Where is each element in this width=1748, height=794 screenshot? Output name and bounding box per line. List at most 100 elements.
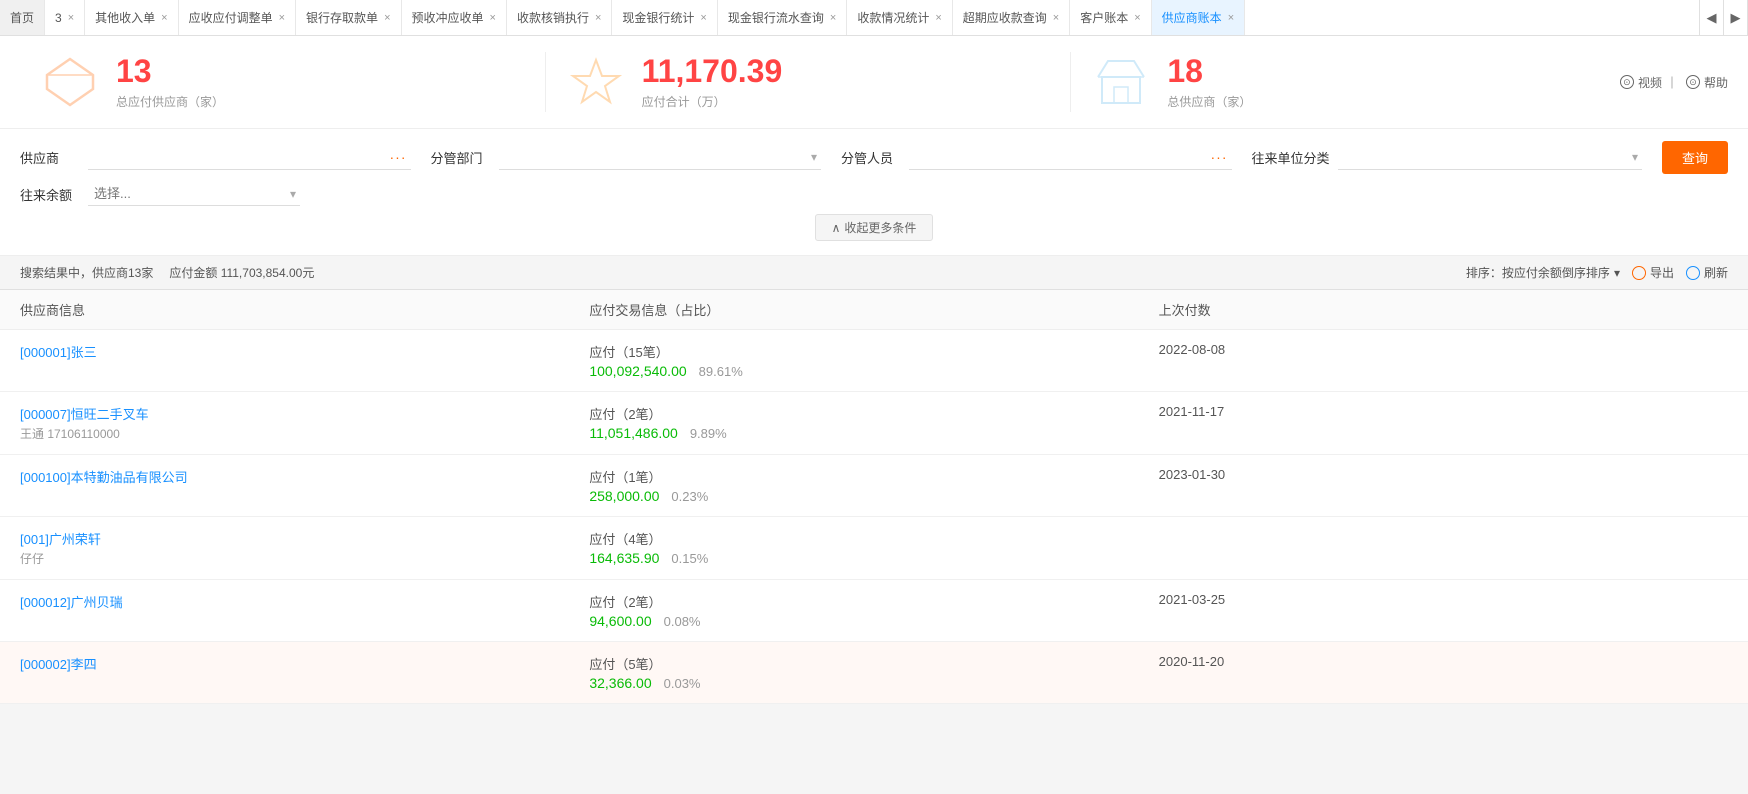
nav-tab-label: 客户账本 xyxy=(1080,9,1128,26)
supplier-cell-row5: [000012]广州贝瑞 xyxy=(20,592,589,611)
supplier-cell-row1: [000001]张三 xyxy=(20,342,589,361)
nav-tab-close-verify[interactable]: × xyxy=(595,12,601,24)
supplier-link-row6[interactable]: [000002]李四 xyxy=(20,657,97,672)
last-payment-row5: 2021-03-25 xyxy=(1159,592,1226,607)
transaction-pct-row1: 89.61% xyxy=(699,364,743,379)
balance-input[interactable] xyxy=(88,182,300,205)
supplier-link-row2[interactable]: [000007]恒旺二手叉车 xyxy=(20,407,149,422)
category-input[interactable] xyxy=(1338,146,1642,169)
table-header: 供应商信息 应付交易信息（占比） 上次付数 xyxy=(0,290,1748,330)
nav-tab-tab3[interactable]: 3× xyxy=(45,0,85,35)
supplier-cell-row3: [000100]本特勤油品有限公司 xyxy=(20,467,589,486)
transaction-cell-row5: 应付（2笔） 94,600.00 0.08% xyxy=(589,592,1158,629)
nav-tab-close-overdue[interactable]: × xyxy=(1053,12,1059,24)
refresh-button[interactable]: 刷新 xyxy=(1686,264,1728,281)
nav-tab-close-recvstat[interactable]: × xyxy=(935,12,941,24)
nav-tab-recvstat[interactable]: 收款情况统计× xyxy=(847,0,952,35)
summary-label-total-suppliers: 总供应商（家） xyxy=(1167,93,1251,110)
table-row: [000007]恒旺二手叉车 王通 17106110000 应付（2笔） 11,… xyxy=(0,392,1748,455)
result-actions: 排序：按应付余额倒序排序 ▾ 导出 刷新 xyxy=(1466,264,1728,281)
nav-tab-close-bank[interactable]: × xyxy=(384,12,390,24)
category-chevron-icon: ▾ xyxy=(1632,150,1638,164)
result-bar: 搜索结果中，供应商13家 应付金额 111,703,854.00元 排序：按应付… xyxy=(0,256,1748,290)
table-row: [000001]张三 应付（15笔） 100,092,540.00 89.61%… xyxy=(0,330,1748,392)
supplier-input[interactable] xyxy=(88,146,411,169)
transaction-amount-row2[interactable]: 11,051,486.00 xyxy=(589,425,678,441)
nav-tab-home[interactable]: 首页 xyxy=(0,0,45,35)
nav-tab-label: 3 xyxy=(55,11,62,25)
transaction-row-row4: 164,635.90 0.15% xyxy=(589,550,1158,566)
table-row: [001]广州荣轩 仔仔 应付（4笔） 164,635.90 0.15% xyxy=(0,517,1748,580)
result-info: 搜索结果中，供应商13家 应付金额 111,703,854.00元 xyxy=(20,264,314,281)
nav-tab-cashbank[interactable]: 现金银行统计× xyxy=(612,0,717,35)
filter-section: 供应商 ··· 分管部门 ▾ 分管人员 ··· 往来单位分类 xyxy=(0,129,1748,256)
transaction-amount-row4[interactable]: 164,635.90 xyxy=(589,550,659,566)
supplier-sub-row4: 仔仔 xyxy=(20,550,589,567)
nav-tab-close-adjustment[interactable]: × xyxy=(279,12,285,24)
nav-tab-cashflow[interactable]: 现金银行流水查询× xyxy=(718,0,847,35)
balance-label: 往来余额 xyxy=(20,185,80,204)
collapse-label: 收起更多条件 xyxy=(844,219,916,236)
circle-icon: ⊙ xyxy=(1620,75,1634,89)
supplier-link-row3[interactable]: [000100]本特勤油品有限公司 xyxy=(20,470,188,485)
transaction-cell-row2: 应付（2笔） 11,051,486.00 9.89% xyxy=(589,404,1158,441)
nav-tab-close-prepay[interactable]: × xyxy=(490,12,496,24)
person-input[interactable] xyxy=(909,146,1232,169)
supplier-link-row1[interactable]: [000001]张三 xyxy=(20,345,97,360)
nav-tab-close-cashbank[interactable]: × xyxy=(700,12,706,24)
category-select-wrap: ▾ xyxy=(1338,146,1642,170)
nav-tab-supplier[interactable]: 供应商账本 × xyxy=(1152,0,1245,35)
nav-tab-close-supplier[interactable]: × xyxy=(1228,12,1234,24)
transaction-amount-row6[interactable]: 32,366.00 xyxy=(589,675,651,691)
nav-tab-prepay[interactable]: 预收冲应收单× xyxy=(402,0,507,35)
transaction-amount-row5[interactable]: 94,600.00 xyxy=(589,613,651,629)
filter-supplier: 供应商 ··· xyxy=(20,146,411,170)
chevron-up-icon: ∧ xyxy=(832,221,841,235)
dept-input[interactable] xyxy=(499,146,822,169)
nav-tab-label: 其他收入单 xyxy=(95,9,155,26)
transaction-row-row3: 258,000.00 0.23% xyxy=(589,488,1158,504)
nav-next-button[interactable]: ▶ xyxy=(1724,0,1748,36)
transaction-pct-row4: 0.15% xyxy=(671,551,708,566)
nav-tab-close-tab3[interactable]: × xyxy=(68,12,74,24)
query-button[interactable]: 查询 xyxy=(1662,141,1728,174)
video-link[interactable]: 视频 xyxy=(1638,74,1662,91)
nav-tab-close-income[interactable]: × xyxy=(161,12,167,24)
transaction-label-row6: 应付（5笔） xyxy=(589,654,1158,673)
nav-tab-adjustment[interactable]: 应收应付调整单× xyxy=(179,0,296,35)
lastpay-cell-row3: 2023-01-30 xyxy=(1159,467,1728,482)
transaction-label-row3: 应付（1笔） xyxy=(589,467,1158,486)
supplier-link-row4[interactable]: [001]广州荣轩 xyxy=(20,532,101,547)
help-link[interactable]: 帮助 xyxy=(1704,74,1728,91)
nav-prev-button[interactable]: ◀ xyxy=(1700,0,1724,36)
refresh-icon xyxy=(1686,266,1700,280)
collapse-button[interactable]: ∧ 收起更多条件 xyxy=(815,214,934,241)
nav-tab-bank[interactable]: 银行存取款单× xyxy=(296,0,401,35)
transaction-cell-row1: 应付（15笔） 100,092,540.00 89.61% xyxy=(589,342,1158,379)
nav-tab-label: 供应商账本 xyxy=(1162,9,1222,26)
star-icon xyxy=(566,52,626,112)
summary-content-total-suppliers: 18 总供应商（家） xyxy=(1167,54,1251,110)
summary-label-payable-amount: 应付合计（万） xyxy=(642,93,783,110)
last-payment-row6: 2020-11-20 xyxy=(1159,654,1225,669)
supplier-link-row5[interactable]: [000012]广州贝瑞 xyxy=(20,595,123,610)
transaction-amount-row3[interactable]: 258,000.00 xyxy=(589,488,659,504)
filter-row-2: 往来余额 ▾ xyxy=(20,182,1728,206)
transaction-amount-row1[interactable]: 100,092,540.00 xyxy=(589,363,686,379)
nav-tab-close-cashflow[interactable]: × xyxy=(830,12,836,24)
sort-label: 排序：按应付余额倒序排序 xyxy=(1466,264,1610,281)
person-dots-icon[interactable]: ··· xyxy=(1211,149,1228,165)
nav-tab-overdue[interactable]: 超期应收款查询× xyxy=(953,0,1070,35)
supplier-sub-row2: 王通 17106110000 xyxy=(20,425,589,442)
export-button[interactable]: 导出 xyxy=(1632,264,1674,281)
supplier-cell-row6: [000002]李四 xyxy=(20,654,589,673)
nav-tab-customer[interactable]: 客户账本 × xyxy=(1070,0,1151,35)
filter-dept: 分管部门 ▾ xyxy=(431,146,822,170)
nav-tab-income[interactable]: 其他收入单 × xyxy=(85,0,178,35)
last-payment-row1: 2022-08-08 xyxy=(1159,342,1226,357)
sort-selector[interactable]: 排序：按应付余额倒序排序 ▾ xyxy=(1466,264,1620,281)
supplier-cell-row2: [000007]恒旺二手叉车 王通 17106110000 xyxy=(20,404,589,442)
nav-tab-verify[interactable]: 收款核销执行× xyxy=(507,0,612,35)
nav-tab-close-customer[interactable]: × xyxy=(1134,12,1140,24)
supplier-dots-icon[interactable]: ··· xyxy=(390,149,407,165)
